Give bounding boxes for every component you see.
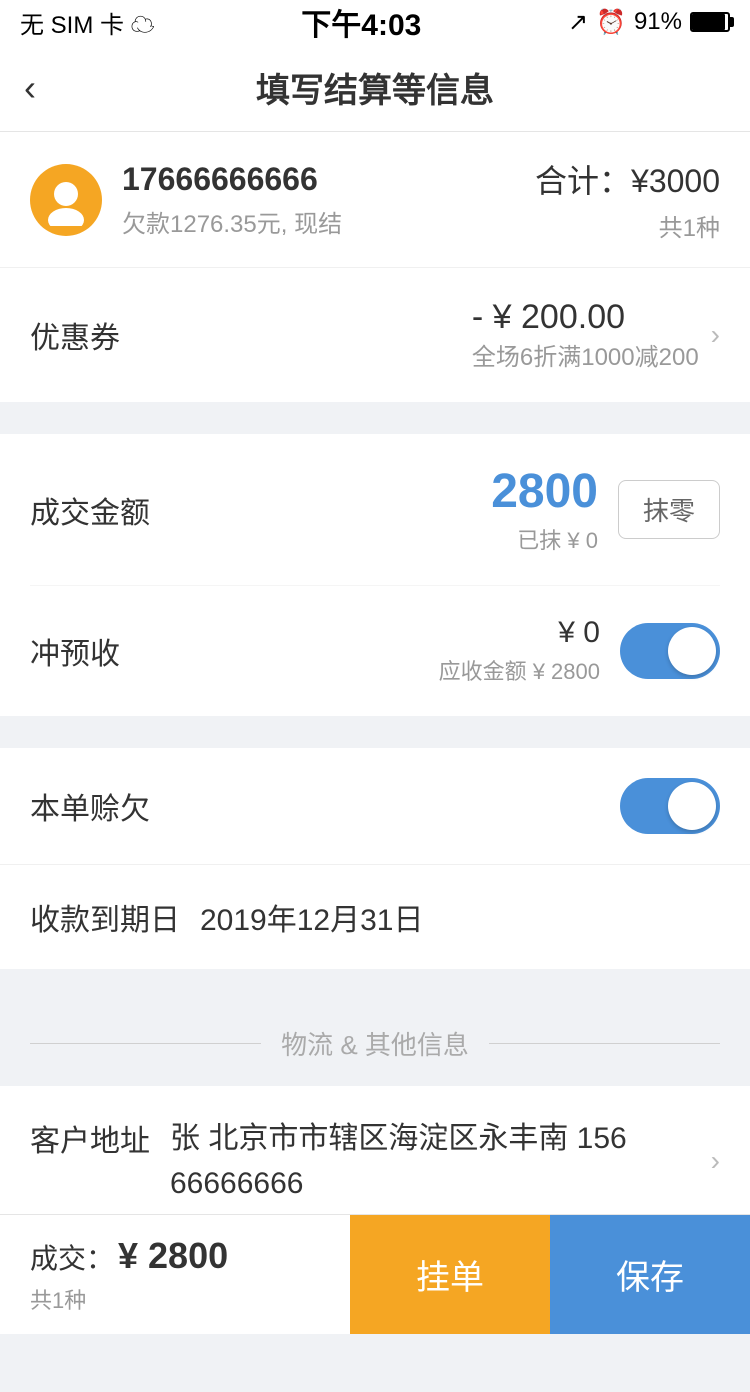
transaction-section: 成交金额 2800 已抹 ¥ 0 抹零 冲预收 ¥ 0 应收金额 ¥ 2800 [0, 434, 750, 716]
transaction-amount-label: 成交金额 [30, 488, 150, 532]
page-title: 填写结算等信息 [256, 63, 494, 112]
footer-prefix: 成交： [30, 1237, 114, 1277]
transaction-amount-right: 2800 已抹 ¥ 0 抹零 [491, 464, 720, 555]
divider-line-left [30, 1043, 261, 1044]
precharge-row: 冲预收 ¥ 0 应收金额 ¥ 2800 [30, 586, 720, 716]
status-bar-left: 无 SIM 卡 ☁ [20, 5, 155, 40]
nav-bar: ‹ 填写结算等信息 [0, 44, 750, 132]
bad-debt-toggle[interactable] [620, 778, 720, 834]
address-content: 张 北京市市辖区海淀区永丰南 156 66666666 [170, 1116, 691, 1206]
pending-button[interactable]: 挂单 [350, 1215, 550, 1334]
total-label: 合计： [535, 163, 631, 199]
transaction-amount-value: 2800 [491, 464, 598, 519]
round-zero-button[interactable]: 抹零 [618, 480, 720, 539]
battery-icon [690, 12, 730, 32]
footer-amount-line: 成交： ¥ 2800 [30, 1235, 320, 1277]
toggle-knob [668, 627, 716, 675]
precharge-right: ¥ 0 应收金额 ¥ 2800 [439, 616, 720, 686]
total-value: ¥3000 [631, 163, 720, 199]
total-count: 共1种 [535, 208, 720, 243]
alarm-icon: ⏰ [596, 8, 626, 37]
address-chevron-icon: › [711, 1145, 720, 1177]
total-amount: 合计：¥3000 [535, 156, 720, 202]
avatar [30, 164, 102, 236]
customer-row: 17666666666 欠款1276.35元, 现结 合计：¥3000 共1种 [0, 132, 750, 267]
battery-label: 91% [634, 8, 682, 36]
precharge-label: 冲预收 [30, 629, 120, 673]
address-label: 客户地址 [30, 1116, 150, 1160]
divider-line-right [489, 1043, 720, 1044]
bad-debt-label: 本单赊欠 [30, 784, 150, 828]
transaction-amount-row: 成交金额 2800 已抹 ¥ 0 抹零 [30, 434, 720, 586]
footer-info: 成交： ¥ 2800 共1种 [0, 1235, 350, 1315]
coupon-chevron-icon: › [711, 319, 720, 351]
due-date-label: 收款到期日 [30, 895, 180, 939]
coupon-row[interactable]: 优惠券 - ¥ 200.00 全场6折满1000减200 › [0, 267, 750, 402]
footer-count: 共1种 [30, 1283, 320, 1315]
status-bar-time: 下午4:03 [301, 0, 421, 44]
status-bar: 无 SIM 卡 ☁ 下午4:03 ↗ ⏰ 91% [0, 0, 750, 44]
customer-sub: 欠款1276.35元, 现结 [122, 204, 342, 239]
precharge-receivable: 应收金额 ¥ 2800 [439, 654, 600, 686]
customer-left: 17666666666 欠款1276.35元, 现结 [30, 161, 342, 239]
logistics-divider: 物流 & 其他信息 [0, 1001, 750, 1086]
status-bar-right: ↗ ⏰ 91% [568, 8, 730, 37]
due-date-value: 2019年12月31日 [200, 895, 423, 939]
precharge-amount: ¥ 0 [439, 616, 600, 650]
divider-1 [0, 418, 750, 434]
coupon-label: 优惠券 [30, 313, 120, 357]
bad-debt-toggle-knob [668, 782, 716, 830]
customer-section: 17666666666 欠款1276.35元, 现结 合计：¥3000 共1种 … [0, 132, 750, 402]
customer-right: 合计：¥3000 共1种 [535, 156, 720, 243]
customer-phone: 17666666666 [122, 161, 342, 198]
due-date-row: 收款到期日 2019年12月31日 [0, 864, 750, 969]
coupon-discount: - ¥ 200.00 [472, 298, 699, 337]
coupon-detail: 全场6折满1000减200 [472, 337, 699, 372]
bad-debt-section: 本单赊欠 收款到期日 2019年12月31日 [0, 748, 750, 969]
divider-2 [0, 732, 750, 748]
customer-info: 17666666666 欠款1276.35元, 现结 [122, 161, 342, 239]
bad-debt-row: 本单赊欠 [0, 748, 750, 864]
footer: 成交： ¥ 2800 共1种 挂单 保存 [0, 1214, 750, 1334]
sim-label: 无 SIM 卡 ☁ [20, 5, 155, 40]
precharge-amounts: ¥ 0 应收金额 ¥ 2800 [439, 616, 600, 686]
transaction-rounded-sub: 已抹 ¥ 0 [491, 523, 598, 555]
coupon-right: - ¥ 200.00 全场6折满1000减200 › [472, 298, 720, 372]
save-button[interactable]: 保存 [550, 1215, 750, 1334]
logistics-label: 物流 & 其他信息 [281, 1025, 469, 1062]
back-button[interactable]: ‹ [24, 67, 36, 109]
divider-3 [0, 985, 750, 1001]
precharge-toggle[interactable] [620, 623, 720, 679]
location-icon: ↗ [568, 8, 588, 37]
footer-amount: ¥ 2800 [118, 1235, 228, 1277]
